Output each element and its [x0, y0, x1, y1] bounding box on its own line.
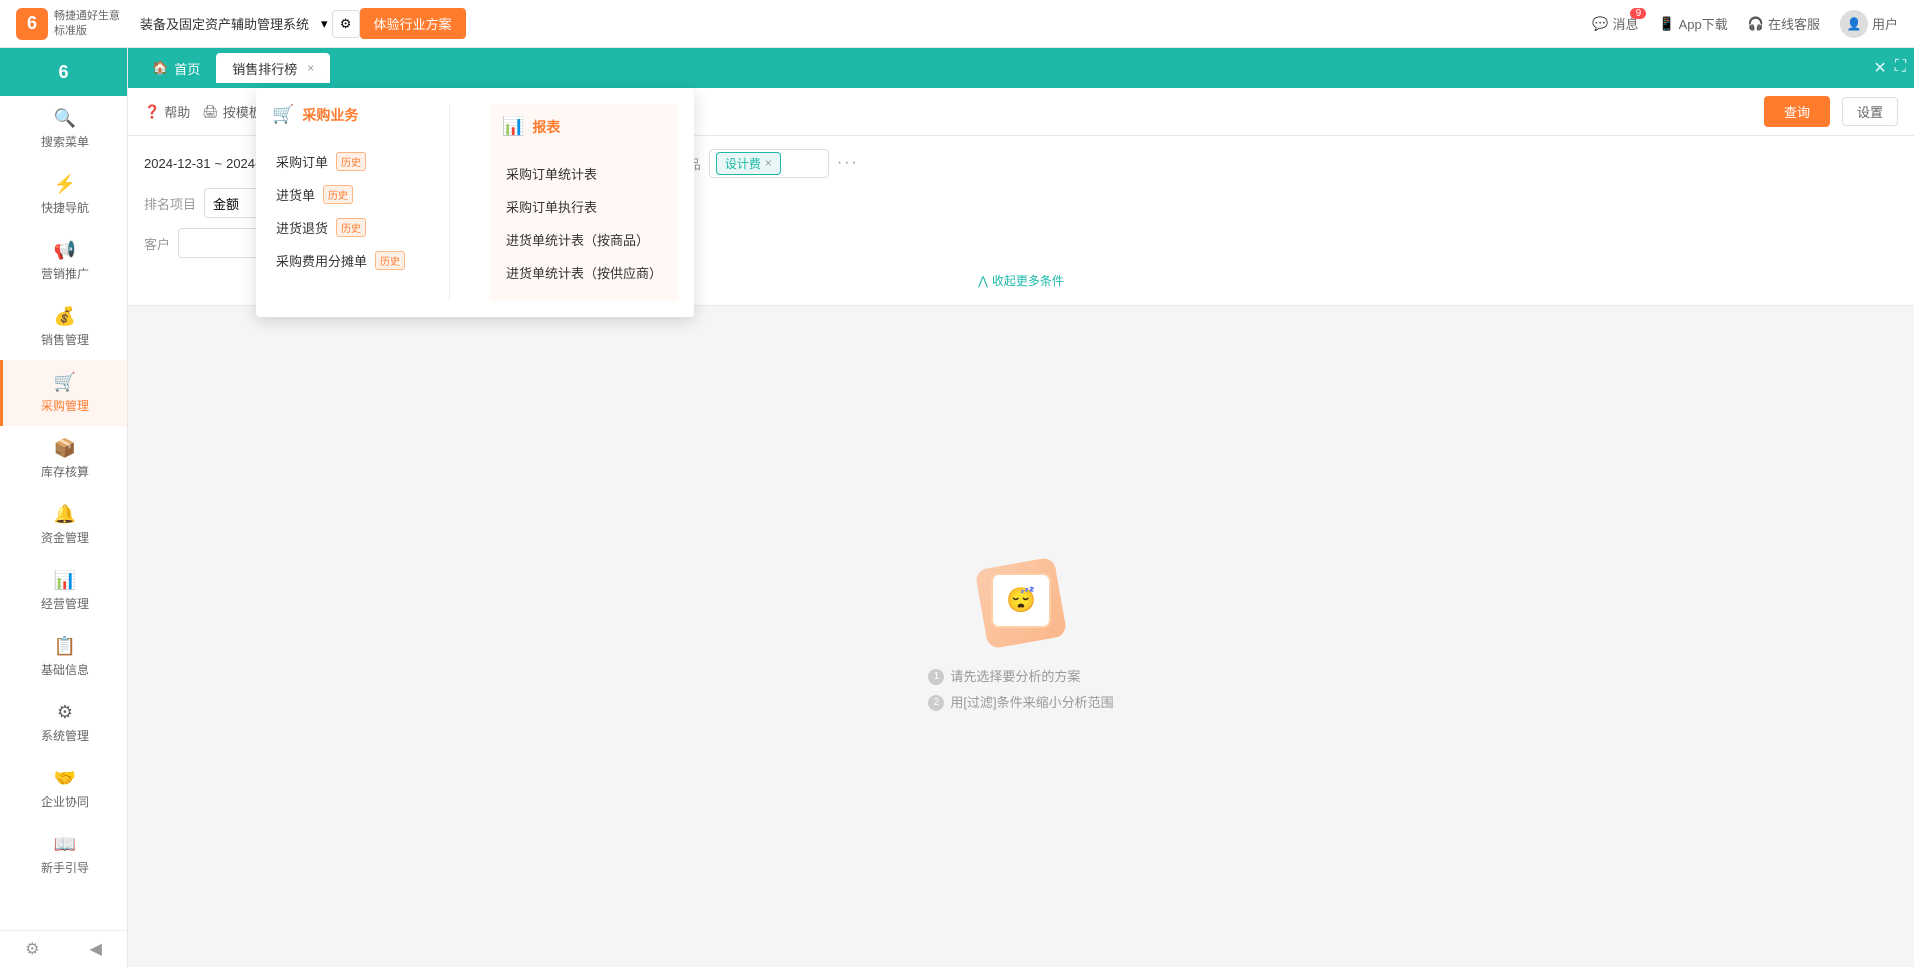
print-icon: 🖨	[202, 104, 219, 120]
sidebar-logo-icon: 6	[48, 56, 80, 88]
dropdown-divider	[449, 104, 450, 301]
system-dropdown[interactable]: 装备及固定资产辅助管理系统 ▾	[140, 14, 328, 33]
sidebar-item-operation[interactable]: 📊 经营管理	[0, 558, 127, 624]
purchase-report-header: 📊 报表	[502, 116, 666, 145]
tabs-right: ✕ ⛶	[1873, 58, 1906, 78]
purchase-header-icon: 🛒	[272, 104, 294, 125]
box-icon: 📦	[54, 438, 76, 459]
message-button[interactable]: 💬 消息 9	[1592, 14, 1638, 33]
sidebar-item-basic[interactable]: 📋 基础信息	[0, 624, 127, 690]
report-header-icon: 📊	[502, 116, 524, 137]
system-name: 装备及固定资产辅助管理系统	[140, 14, 309, 33]
purchase-return-item[interactable]: 进货退货 历史	[272, 211, 409, 244]
money-icon: 💰	[54, 306, 76, 327]
purchase-expense-item[interactable]: 采购费用分摊单 历史	[272, 244, 409, 277]
phone-icon: 📱	[1658, 16, 1674, 32]
empty-state: 😴 1 请先选择要分析的方案 2 用[过滤]条件来缩小分析范围	[128, 306, 1914, 967]
sidebar-item-search[interactable]: 🔍 搜索菜单	[0, 96, 127, 162]
system-gear-icon: ⚙	[57, 702, 73, 723]
clipboard-icon: 📋	[54, 636, 76, 657]
purchase-order-stats-item[interactable]: 采购订单统计表	[502, 157, 666, 190]
sidebar-item-marketing[interactable]: 📢 营销推广	[0, 228, 127, 294]
user-menu-button[interactable]: 👤 用户	[1840, 10, 1898, 38]
sidebar-logo: 6	[0, 48, 127, 96]
purchase-inbound-item[interactable]: 进货单 历史	[272, 178, 409, 211]
message-badge: 9	[1630, 8, 1646, 19]
tab-close-button[interactable]: ×	[307, 61, 314, 75]
tab-window-close-button[interactable]: ✕	[1873, 58, 1886, 78]
sidebar-bottom: ⚙ ◀	[0, 930, 127, 967]
top-bar: 6 畅捷通好生意 标准版 装备及固定资产辅助管理系统 ▾ ⚙ 体验行业方案 💬 …	[0, 0, 1914, 48]
purchase-business-header: 🛒 采购业务	[272, 104, 409, 133]
purchase-business-col: 🛒 采购业务 采购订单 历史 进货单 历史 进货退货 历史	[272, 104, 409, 301]
product-more-button[interactable]: ···	[837, 154, 859, 172]
tabs-bar: 🏠 首页 销售排行榜 × ✕ ⛶	[128, 48, 1914, 88]
purchase-order-exec-item[interactable]: 采购订单执行表	[502, 190, 666, 223]
purchase-report-col: 📊 报表 采购订单统计表 采购订单执行表 进货单统计表（按商品） 进货单统计表（…	[490, 104, 678, 301]
purchase-inbound-by-supplier-item[interactable]: 进货单统计表（按供应商）	[502, 256, 666, 289]
product-tag-close-button[interactable]: ×	[765, 156, 772, 170]
logo-area: 6 畅捷通好生意 标准版	[16, 8, 120, 40]
sidebar-item-inventory[interactable]: 📦 库存核算	[0, 426, 127, 492]
toolbar-right: 查询 设置	[1764, 96, 1898, 127]
sidebar-item-quick[interactable]: ⚡ 快捷导航	[0, 162, 127, 228]
book-icon: 📖	[54, 834, 76, 855]
handshake-icon: 🤝	[54, 768, 76, 789]
sidebar-item-enterprise[interactable]: 🤝 企业协同	[0, 756, 127, 822]
industry-button[interactable]: 体验行业方案	[360, 8, 466, 39]
filter-product: 商品 设计费 × ···	[675, 149, 859, 178]
tab-sales-rank[interactable]: 销售排行榜 ×	[216, 53, 330, 83]
home-icon: 🏠	[152, 60, 168, 76]
lightning-icon: ⚡	[54, 174, 76, 195]
search-icon: 🔍	[54, 108, 76, 129]
logo-icon: 6	[16, 8, 48, 40]
query-button[interactable]: 查询	[1764, 96, 1830, 127]
app-download-button[interactable]: 📱 App下载	[1658, 14, 1727, 33]
set-button[interactable]: 设置	[1842, 97, 1898, 126]
date-start: 2024-12-31	[144, 156, 211, 171]
collapse-up-icon: ⋀	[978, 274, 988, 288]
history-badge-0: 历史	[336, 152, 366, 171]
empty-tip-2: 2 用[过滤]条件来缩小分析范围	[928, 690, 1113, 716]
cart-icon: 🛒	[54, 372, 76, 393]
purchase-dropdown-menu: 🛒 采购业务 采购订单 历史 进货单 历史 进货退货 历史	[256, 88, 694, 317]
logo-text: 畅捷通好生意 标准版	[54, 9, 120, 38]
settings-button[interactable]: ⚙	[332, 10, 360, 38]
empty-tip-1: 1 请先选择要分析的方案	[928, 664, 1113, 690]
app-container: 6 畅捷通好生意 标准版 装备及固定资产辅助管理系统 ▾ ⚙ 体验行业方案 💬 …	[0, 0, 1914, 967]
history-badge-2: 历史	[336, 218, 366, 237]
sidebar-collapse-button[interactable]: ◀	[90, 939, 102, 959]
online-service-button[interactable]: 🎧 在线客服	[1748, 14, 1820, 33]
dropdown-arrow-icon: ▾	[321, 16, 328, 32]
top-bar-right: 💬 消息 9 📱 App下载 🎧 在线客服 👤 用户	[1592, 10, 1898, 38]
empty-illustration: 😴	[971, 558, 1071, 648]
chart-icon: 📊	[54, 570, 76, 591]
headset-icon: 🎧	[1748, 16, 1764, 32]
sidebar: 6 🔍 搜索菜单 ⚡ 快捷导航 📢 营销推广 💰 销售管理 🛒 采购管理	[0, 48, 128, 967]
sidebar-item-guide[interactable]: 📖 新手引导	[0, 822, 127, 888]
bell-icon: 🔔	[54, 504, 76, 525]
purchase-inbound-by-product-item[interactable]: 进货单统计表（按商品）	[502, 223, 666, 256]
history-badge-3: 历史	[375, 251, 405, 270]
help-button[interactable]: ❓ 帮助	[144, 102, 190, 121]
megaphone-icon: 📢	[54, 240, 76, 261]
sidebar-item-finance[interactable]: 🔔 资金管理	[0, 492, 127, 558]
message-icon: 💬	[1592, 16, 1608, 32]
gear-icon: ⚙	[340, 16, 352, 32]
content-area: 🏠 首页 销售排行榜 × ✕ ⛶ ❓ 帮助 🖨	[128, 48, 1914, 967]
product-tag: 设计费 ×	[716, 152, 781, 175]
help-icon: ❓	[144, 104, 160, 120]
sidebar-item-purchase[interactable]: 🛒 采购管理	[0, 360, 127, 426]
empty-tips: 1 请先选择要分析的方案 2 用[过滤]条件来缩小分析范围	[928, 664, 1113, 716]
sidebar-item-system[interactable]: ⚙ 系统管理	[0, 690, 127, 756]
avatar: 👤	[1840, 10, 1868, 38]
purchase-order-item[interactable]: 采购订单 历史	[272, 145, 409, 178]
tab-maximize-button[interactable]: ⛶	[1895, 58, 1906, 78]
sidebar-settings-button[interactable]: ⚙	[25, 939, 39, 959]
main-layout: 6 🔍 搜索菜单 ⚡ 快捷导航 📢 营销推广 💰 销售管理 🛒 采购管理	[0, 48, 1914, 967]
sidebar-item-sales[interactable]: 💰 销售管理	[0, 294, 127, 360]
history-badge-1: 历史	[323, 185, 353, 204]
tab-home[interactable]: 🏠 首页	[136, 53, 216, 83]
